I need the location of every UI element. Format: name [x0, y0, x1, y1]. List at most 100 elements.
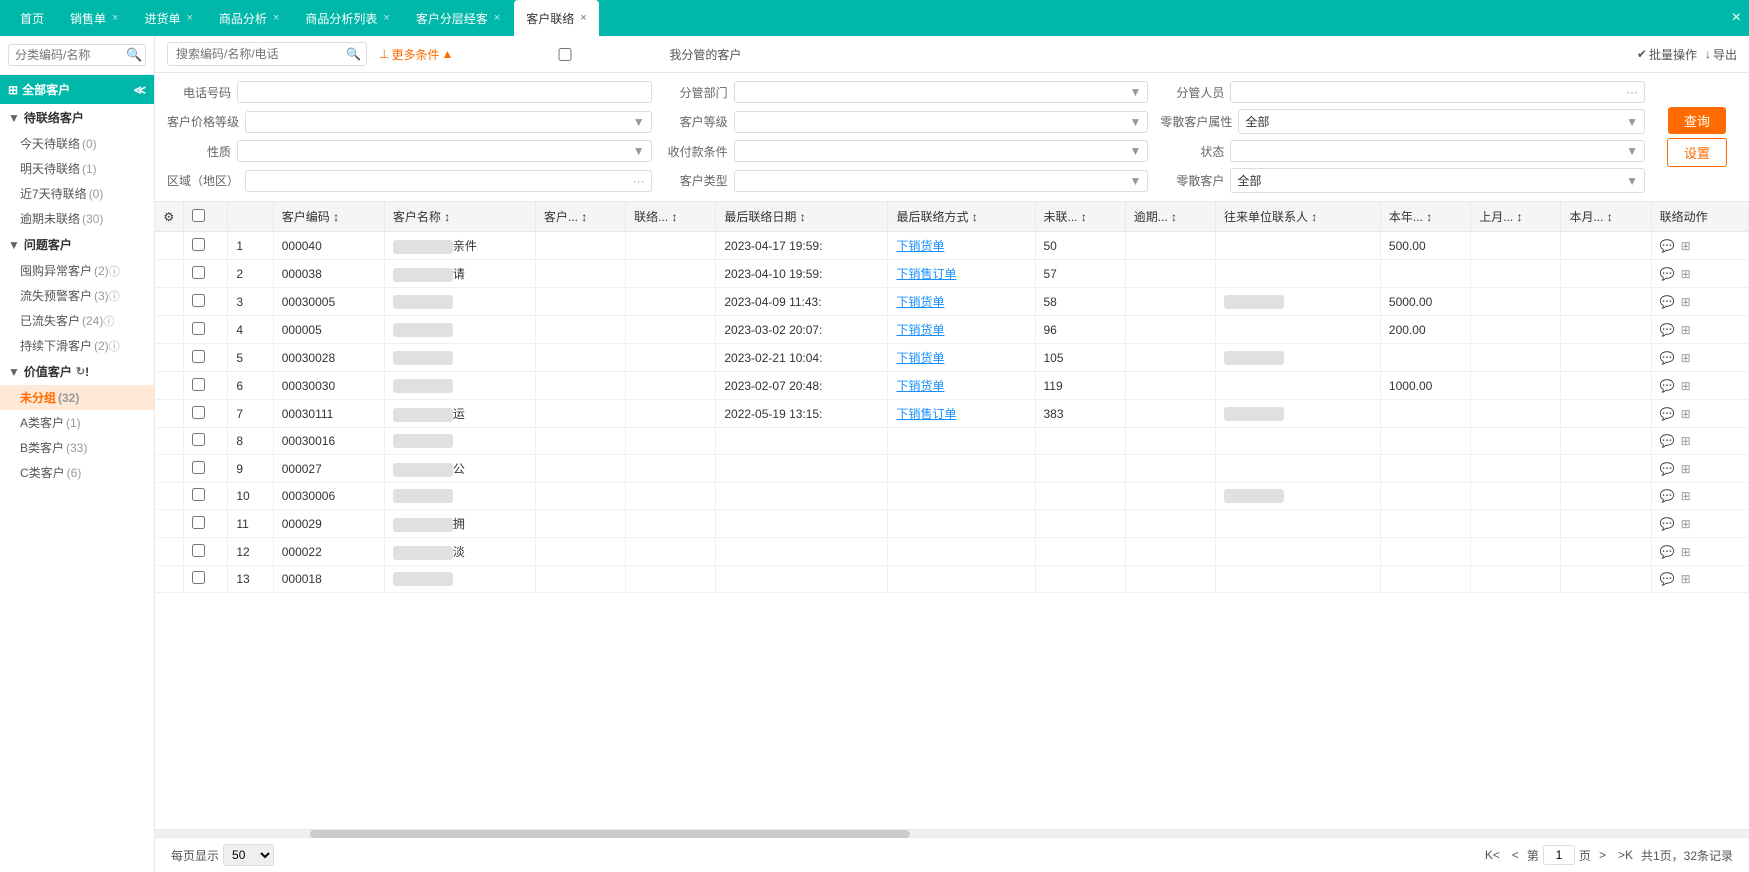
close-contact-icon[interactable]: ×: [580, 12, 586, 24]
col-last-date[interactable]: 最后联络日期 ↕: [716, 202, 888, 232]
contact-type-link[interactable]: 下销货单: [896, 379, 944, 393]
message-icon[interactable]: 💬: [1660, 239, 1675, 253]
contact-type-link[interactable]: 下销售订单: [896, 267, 956, 281]
row-checkbox[interactable]: [192, 516, 205, 529]
row-checkbox[interactable]: [192, 406, 205, 419]
col-last-month[interactable]: 上月... ↕: [1471, 202, 1561, 232]
close-all-icon[interactable]: ×: [1732, 9, 1741, 27]
message-icon[interactable]: 💬: [1660, 351, 1675, 365]
col-check-cell[interactable]: [183, 344, 228, 372]
message-icon[interactable]: 💬: [1660, 407, 1675, 421]
col-this-month[interactable]: 本月... ↕: [1561, 202, 1651, 232]
message-icon[interactable]: 💬: [1660, 295, 1675, 309]
contact-type-link[interactable]: 下销货单: [896, 239, 944, 253]
price-level-select[interactable]: ▼: [245, 111, 652, 133]
last-page-button[interactable]: >K: [1614, 847, 1637, 863]
col-no-contact[interactable]: 未联... ↕: [1035, 202, 1125, 232]
close-purchase-tab-icon[interactable]: ×: [186, 12, 192, 24]
row-checkbox[interactable]: [192, 544, 205, 557]
message-icon[interactable]: 💬: [1660, 267, 1675, 281]
first-page-button[interactable]: K<: [1481, 847, 1504, 863]
region-select[interactable]: ···: [245, 170, 652, 192]
col-code[interactable]: 客户编码 ↕: [273, 202, 384, 232]
sidebar-item-class-b[interactable]: B类客户(33): [0, 435, 154, 460]
row-checkbox[interactable]: [192, 294, 205, 307]
col-check-cell[interactable]: [183, 428, 228, 455]
message-icon[interactable]: 💬: [1660, 379, 1675, 393]
select-all-checkbox[interactable]: [192, 209, 205, 222]
row-checkbox[interactable]: [192, 378, 205, 391]
col-overdue[interactable]: 逾期... ↕: [1125, 202, 1215, 232]
query-button[interactable]: 查询: [1668, 107, 1726, 134]
sidebar-item-lost[interactable]: 已流失客户(24) ⓘ: [0, 308, 154, 333]
col-select-all[interactable]: [183, 202, 228, 232]
tab-product-analysis[interactable]: 商品分析 ×: [207, 0, 291, 36]
col-check-cell[interactable]: [183, 483, 228, 510]
row-checkbox[interactable]: [192, 350, 205, 363]
manager-select[interactable]: ···: [1230, 81, 1645, 103]
sidebar-group-pending[interactable]: ▼ 待联络客户: [0, 104, 154, 131]
tab-purchase[interactable]: 进货单 ×: [132, 0, 204, 36]
grid-action-icon[interactable]: ⊞: [1681, 545, 1691, 559]
sidebar-group-problem[interactable]: ▼ 问题客户: [0, 231, 154, 258]
prev-page-button[interactable]: <: [1508, 847, 1523, 863]
tab-home[interactable]: 首页: [8, 0, 56, 36]
sidebar-item-unassigned[interactable]: 未分组(32): [0, 385, 154, 410]
sidebar-item-declining[interactable]: 持续下滑客户(2) ⓘ: [0, 333, 154, 358]
col-check-cell[interactable]: [183, 455, 228, 483]
export-button[interactable]: ↓ 导出: [1705, 46, 1737, 63]
reset-button[interactable]: 设置: [1667, 138, 1727, 167]
row-checkbox[interactable]: [192, 266, 205, 279]
col-inter[interactable]: 往来单位联系人 ↕: [1215, 202, 1380, 232]
refresh-icon[interactable]: ↻: [76, 365, 85, 378]
contact-type-link[interactable]: 下销货单: [896, 295, 944, 309]
grid-action-icon[interactable]: ⊞: [1681, 239, 1691, 253]
message-icon[interactable]: 💬: [1660, 489, 1675, 503]
phone-input[interactable]: [237, 81, 652, 103]
close-product-analysis-icon[interactable]: ×: [273, 12, 279, 24]
tab-sales[interactable]: 销售单 ×: [58, 0, 130, 36]
contact-type-link[interactable]: 下销货单: [896, 323, 944, 337]
message-icon[interactable]: 💬: [1660, 545, 1675, 559]
grid-action-icon[interactable]: ⊞: [1681, 267, 1691, 281]
col-check-cell[interactable]: [183, 260, 228, 288]
message-icon[interactable]: 💬: [1660, 323, 1675, 337]
sidebar-item-today[interactable]: 今天待联络(0): [0, 131, 154, 156]
message-icon[interactable]: 💬: [1660, 572, 1675, 586]
grid-action-icon[interactable]: ⊞: [1681, 323, 1691, 337]
page-size-select[interactable]: 20 50 100: [223, 844, 274, 866]
message-icon[interactable]: 💬: [1660, 462, 1675, 476]
sidebar-group-value[interactable]: ▼ 价值客户 ↻ !: [0, 358, 154, 385]
sidebar-item-7days[interactable]: 近7天待联络(0): [0, 181, 154, 206]
col-check-cell[interactable]: [183, 372, 228, 400]
retail-select[interactable]: 全部 ▼: [1230, 168, 1645, 193]
sidebar-item-abnormal[interactable]: 囤购异常客户(2) ⓘ: [0, 258, 154, 283]
dept-select[interactable]: ▼: [734, 81, 1149, 103]
my-customers-check[interactable]: [465, 48, 665, 61]
tab-customer-contact[interactable]: 客户联络 ×: [514, 0, 598, 36]
next-page-button[interactable]: >: [1595, 847, 1610, 863]
col-check-cell[interactable]: [183, 232, 228, 260]
grid-action-icon[interactable]: ⊞: [1681, 379, 1691, 393]
col-check-cell[interactable]: [183, 538, 228, 566]
search-bar-icon[interactable]: 🔍: [346, 47, 361, 61]
nature-select[interactable]: ▼: [237, 140, 652, 162]
col-last-type[interactable]: 最后联络方式 ↕: [888, 202, 1035, 232]
close-product-list-icon[interactable]: ×: [383, 12, 389, 24]
col-check-cell[interactable]: [183, 400, 228, 428]
row-checkbox[interactable]: [192, 461, 205, 474]
col-check-cell[interactable]: [183, 288, 228, 316]
search-input[interactable]: [167, 42, 367, 66]
row-checkbox[interactable]: [192, 571, 205, 584]
collapse-sidebar-icon[interactable]: ≪: [133, 83, 146, 97]
cust-level-select[interactable]: ▼: [734, 111, 1149, 133]
contact-type-link[interactable]: 下销售订单: [896, 407, 956, 421]
grid-action-icon[interactable]: ⊞: [1681, 351, 1691, 365]
my-customers-checkbox[interactable]: 我分管的客户: [465, 46, 741, 63]
tab-customer-segment[interactable]: 客户分层经客 ×: [404, 0, 512, 36]
row-checkbox[interactable]: [192, 238, 205, 251]
batch-operation-button[interactable]: ✔ 批量操作: [1637, 46, 1697, 63]
page-number-input[interactable]: [1543, 845, 1575, 865]
more-conditions-button[interactable]: ⊥ 更多条件 ▲: [379, 46, 453, 63]
grid-action-icon[interactable]: ⊞: [1681, 434, 1691, 448]
